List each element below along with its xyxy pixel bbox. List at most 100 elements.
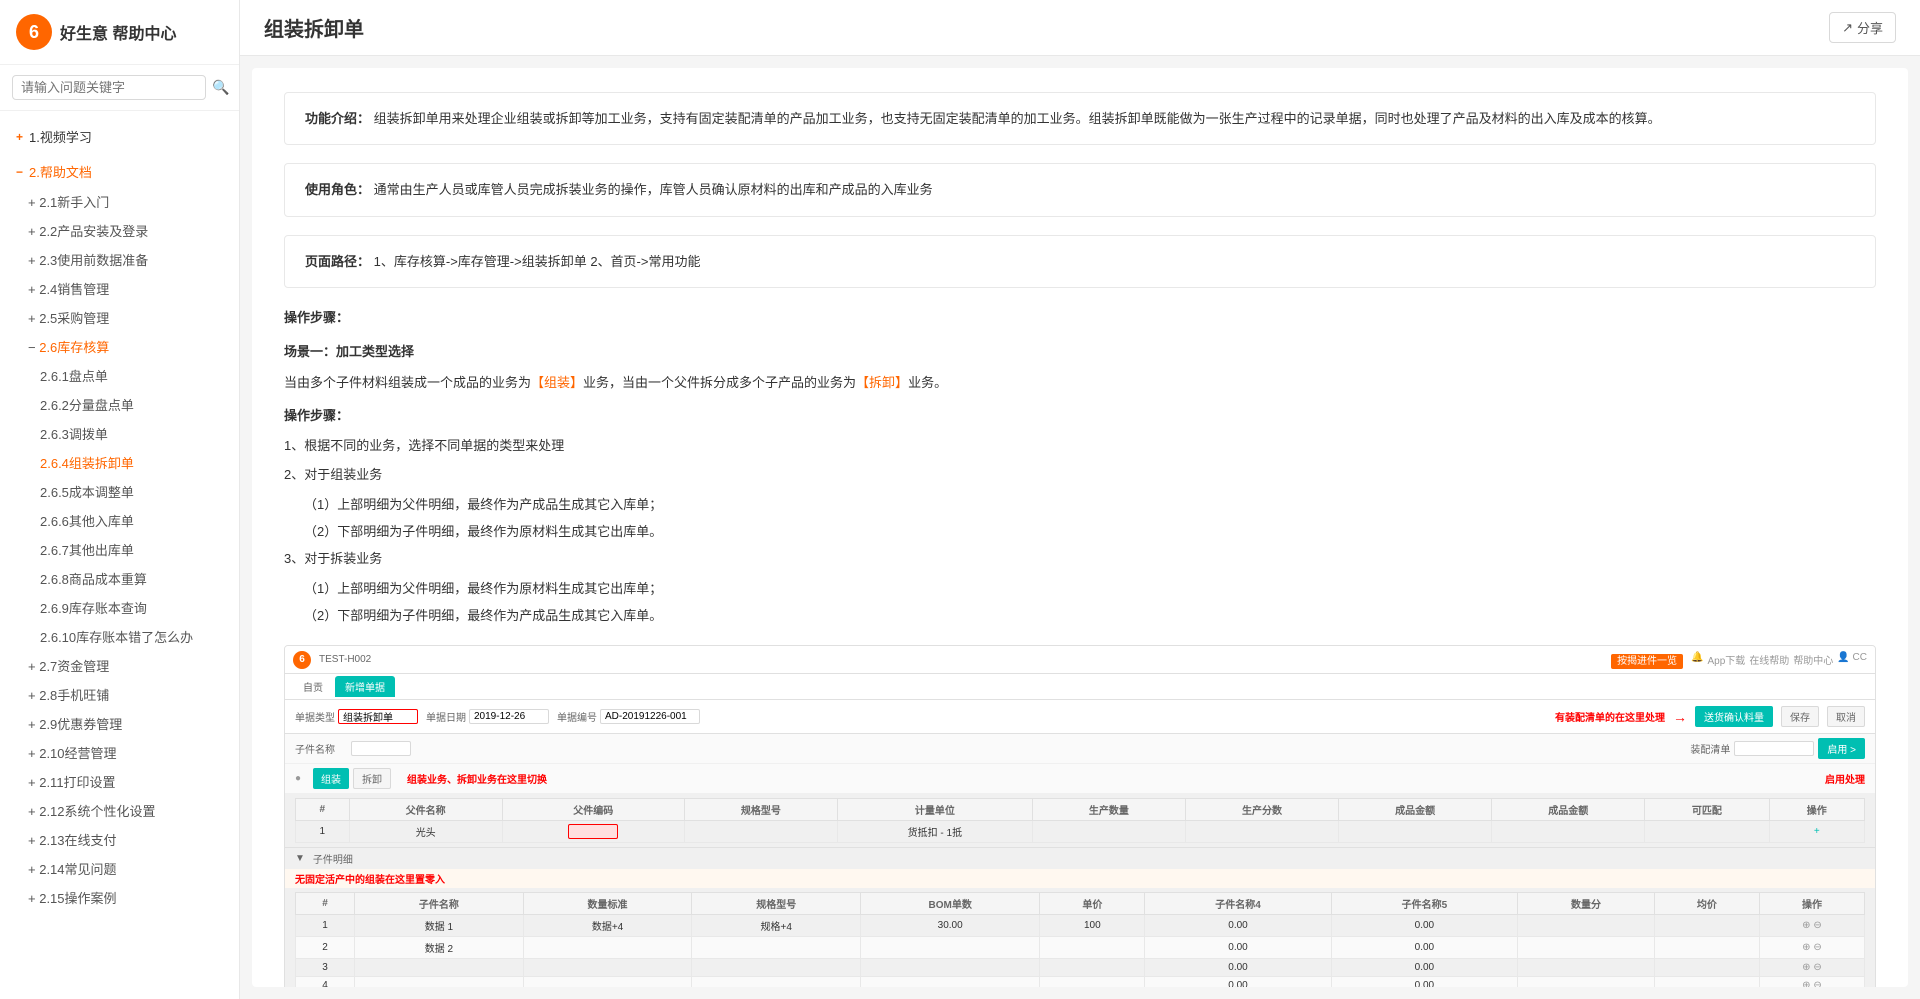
- feature-intro-box: 功能介绍： 组装拆卸单用来处理企业组装或拆卸等加工业务，支持有固定装配清单的产品…: [284, 92, 1876, 145]
- feature-intro-label: 功能介绍：: [305, 111, 370, 126]
- inner-process-label: 子件名称: [295, 741, 335, 756]
- inner-icon-help: 在线帮助: [1749, 652, 1789, 667]
- inner-add-row-btn[interactable]: +: [1814, 826, 1820, 837]
- inner-lower-row: 1 数据 1 数据+4 规格+4 30.00 100 0.00 0.00: [296, 915, 1865, 937]
- inner-form-bar: 单据类型 单据日期 单据编号 有装配清单的在这里处理 → 送货确认料量: [285, 700, 1875, 734]
- step3-1-text: （1）上部明细为父件明细，最终作为原材料生成其它出库单；: [304, 577, 1876, 600]
- path-content: 1、库存核算->库存管理->组装拆卸单 2、首页->常用功能: [374, 254, 701, 269]
- inner-logo: 6: [293, 651, 311, 669]
- sidebar-item-personalize[interactable]: + 2.12系统个性化设置: [0, 796, 239, 825]
- inner-tab-main[interactable]: 自贡: [293, 676, 333, 697]
- inner-code-input[interactable]: [568, 824, 618, 839]
- sidebar-item-print[interactable]: + 2.11打印设置: [0, 767, 239, 796]
- inner-topbar: 6 TEST-H002 按揭进件一览 🔔 App下载 在线帮助 帮助中心 👤 C…: [285, 646, 1875, 674]
- annotation-zero-text: 无固定活产中的组装在这里置零入: [295, 875, 445, 886]
- sidebar-item-transfer[interactable]: 2.6.3调拨单: [0, 419, 239, 448]
- inner-icon-bell: 🔔: [1691, 652, 1703, 667]
- sidebar-item-dataprep[interactable]: + 2.3使用前数据准备: [0, 245, 239, 274]
- path-label: 页面路径：: [305, 254, 370, 269]
- expand-icon: +: [28, 282, 36, 297]
- inner-row-ops[interactable]: ⊕ ⊖: [1802, 980, 1822, 987]
- sidebar-item-stocktake[interactable]: 2.6.1盘点单: [0, 361, 239, 390]
- collapse-icon: −: [16, 165, 23, 179]
- inner-field-date: 单据日期: [426, 709, 549, 724]
- inner-type-toggle: 组装 拆卸: [313, 768, 391, 789]
- inner-row-num: ●: [295, 773, 301, 784]
- sidebar-item-helpdoc[interactable]: − 2.帮助文档: [0, 156, 239, 187]
- search-input[interactable]: [12, 75, 206, 100]
- inner-assembly-type-btn[interactable]: 组装: [313, 768, 349, 789]
- expand-icon: +: [28, 891, 36, 906]
- arrow-bom: →: [1673, 709, 1687, 725]
- sidebar-item-install[interactable]: + 2.2产品安装及登录: [0, 216, 239, 245]
- role-box: 使用角色： 通常由生产人员或库管人员完成拆装业务的操作，库管人员确认原材料的出库…: [284, 163, 1876, 216]
- sidebar-item-assembly[interactable]: 2.6.4组装拆卸单: [0, 448, 239, 477]
- inner-th-ops: 操作: [1769, 799, 1864, 821]
- sidebar-item-faq[interactable]: + 2.14常见问题: [0, 854, 239, 883]
- inner-upper-table-area: # 父件名称 父件编码 规格型号 计量单位 生产数量 生产分数 成品金额 成品金…: [285, 794, 1875, 847]
- inner-lower-table: # 子件名称 数量标准 规格型号 BOM单数 单价 子件名称4 子件名称5 数量…: [295, 892, 1865, 987]
- inner-date-input[interactable]: [469, 709, 549, 724]
- sidebar-item-cost-recalc[interactable]: 2.6.8商品成本重算: [0, 564, 239, 593]
- sidebar-item-payment[interactable]: + 2.13在线支付: [0, 825, 239, 854]
- screenshot-container: 6 TEST-H002 按揭进件一览 🔔 App下载 在线帮助 帮助中心 👤 C…: [284, 645, 1876, 987]
- inner-apply-btn[interactable]: 启用 >: [1818, 738, 1865, 759]
- scene1-title: 场景一：加工类型选择: [284, 340, 1876, 363]
- sidebar-item-inventory[interactable]: − 2.6库存核算: [0, 332, 239, 361]
- expand-icon: +: [28, 746, 36, 761]
- inner-td-code: [502, 821, 684, 843]
- inner-lower-row: 40.000.00⊕ ⊖: [296, 977, 1865, 987]
- sidebar-item-mobile[interactable]: + 2.8手机旺铺: [0, 680, 239, 709]
- sidebar-item-partial-stocktake[interactable]: 2.6.2分量盘点单: [0, 390, 239, 419]
- inner-date-label: 单据日期: [426, 709, 466, 724]
- sidebar-item-other-in[interactable]: 2.6.6其他入库单: [0, 506, 239, 535]
- inner-order-input[interactable]: [600, 709, 700, 724]
- inner-confirm-btn[interactable]: 送货确认料量: [1695, 706, 1773, 727]
- sidebar-item-cost-adjust[interactable]: 2.6.5成本调整单: [0, 477, 239, 506]
- inner-lth-ops: 操作: [1759, 893, 1864, 915]
- inner-td-seq: 1: [296, 821, 350, 843]
- inner-row-ops[interactable]: ⊕ ⊖: [1802, 920, 1822, 931]
- sidebar-item-coupon[interactable]: + 2.9优惠券管理: [0, 709, 239, 738]
- inner-lower-row: 2 数据 2 0.00 0.00: [296, 937, 1865, 959]
- inner-topbar-icons: 🔔 App下载 在线帮助 帮助中心 👤 CC: [1691, 652, 1867, 667]
- sidebar-item-stock-error[interactable]: 2.6.10库存账本错了怎么办: [0, 622, 239, 651]
- inner-row-ops[interactable]: ⊕ ⊖: [1802, 942, 1822, 953]
- inner-type-input[interactable]: [338, 709, 418, 724]
- inner-lth-name5: 子件名称5: [1331, 893, 1517, 915]
- inner-cancel-btn[interactable]: 取消: [1827, 706, 1865, 727]
- expand-icon: +: [28, 253, 36, 268]
- inner-icon-user: 👤 CC: [1837, 652, 1867, 667]
- sidebar-item-other-out[interactable]: 2.6.7其他出库单: [0, 535, 239, 564]
- inner-upper-header-row: # 父件名称 父件编码 规格型号 计量单位 生产数量 生产分数 成品金额 成品金…: [296, 799, 1865, 821]
- step1-text: 1、根据不同的业务，选择不同单据的类型来处理: [284, 434, 1876, 457]
- search-icon[interactable]: 🔍: [212, 79, 229, 96]
- sidebar-label: 2.帮助文档: [29, 162, 92, 181]
- inner-assembly-label: 装配清单: [1690, 741, 1730, 756]
- sidebar-item-stock-query[interactable]: 2.6.9库存账本查询: [0, 593, 239, 622]
- expand-icon: +: [28, 717, 36, 732]
- inner-tab-new[interactable]: 新增单据: [335, 676, 395, 697]
- inner-row-ops[interactable]: ⊕ ⊖: [1802, 962, 1822, 973]
- inner-assembly-input[interactable]: [1734, 741, 1814, 756]
- sidebar-item-purchase[interactable]: + 2.5采购管理: [0, 303, 239, 332]
- sidebar-item-video[interactable]: + 1.视频学习: [0, 121, 239, 152]
- op-steps-title: 操作步骤：: [284, 306, 1876, 329]
- collapse-icon: −: [28, 340, 36, 355]
- sidebar-item-sales[interactable]: + 2.4销售管理: [0, 274, 239, 303]
- inner-disassembly-type-btn[interactable]: 拆卸: [353, 768, 391, 789]
- role-text: 使用角色： 通常由生产人员或库管人员完成拆装业务的操作，库管人员确认原材料的出库…: [305, 178, 1855, 201]
- sidebar-item-cases[interactable]: + 2.15操作案例: [0, 883, 239, 912]
- inner-th-match: 可匹配: [1645, 799, 1769, 821]
- share-button[interactable]: ↗ 分享: [1829, 12, 1896, 43]
- sidebar-item-newbie[interactable]: + 2.1新手入门: [0, 187, 239, 216]
- inner-save-btn[interactable]: 保存: [1781, 706, 1819, 727]
- nav-sub-items-2: + 2.1新手入门 + 2.2产品安装及登录 + 2.3使用前数据准备 + 2.…: [0, 187, 239, 912]
- inner-td-parts: [1185, 821, 1338, 843]
- inner-process-input[interactable]: [351, 741, 411, 756]
- sidebar-item-ops[interactable]: + 2.10经营管理: [0, 738, 239, 767]
- expand-icon: +: [28, 804, 36, 819]
- share-icon: ↗: [1842, 20, 1853, 36]
- sidebar-item-finance[interactable]: + 2.7资金管理: [0, 651, 239, 680]
- annotation-process: 启用处理: [1825, 771, 1865, 786]
